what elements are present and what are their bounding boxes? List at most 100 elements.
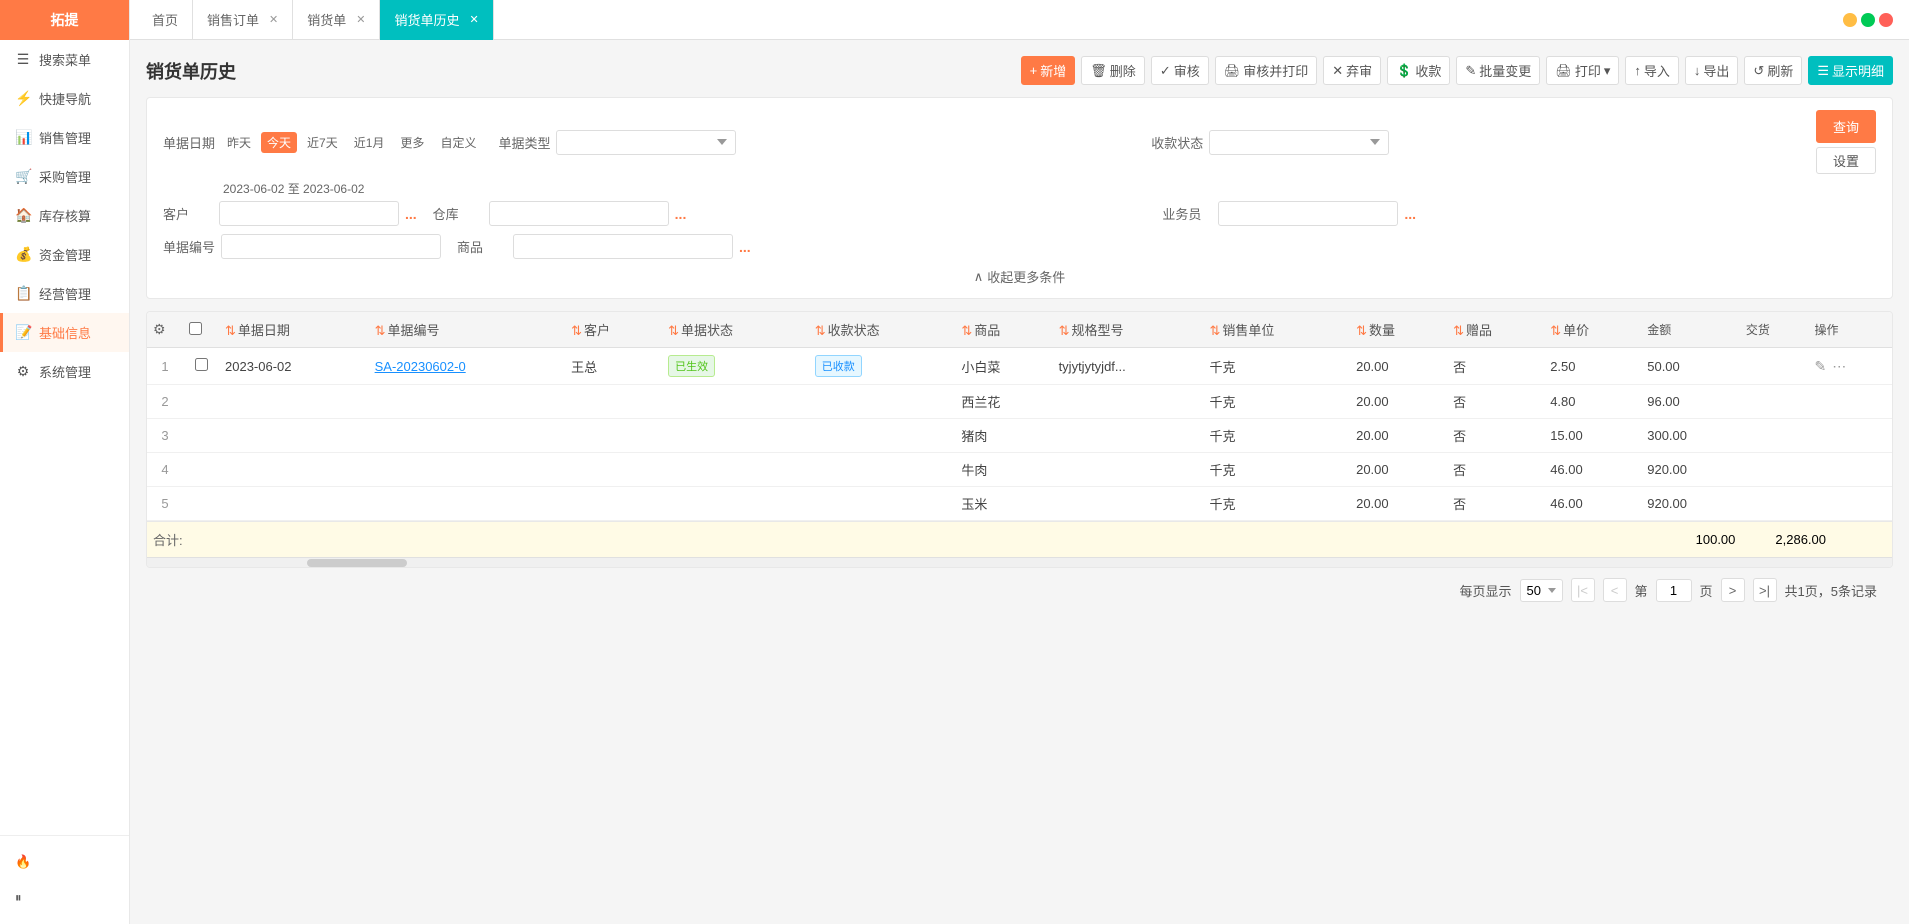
- customer-input[interactable]: [219, 201, 399, 226]
- salesperson-input[interactable]: [1218, 201, 1398, 226]
- col-gift[interactable]: ⇅赠品: [1447, 312, 1544, 348]
- doc-no-input[interactable]: [221, 234, 441, 259]
- scrollbar-area[interactable]: [147, 557, 1892, 567]
- date-pill-last7days[interactable]: 近7天: [301, 132, 344, 153]
- date-pills: 昨天 今天 近7天 近1月 更多 自定义: [221, 132, 482, 153]
- delete-button[interactable]: 🗑 删除: [1081, 56, 1145, 85]
- collapse-btn[interactable]: ∧ 收起更多条件: [163, 267, 1876, 286]
- row-num: 5: [147, 487, 183, 521]
- gear-icon[interactable]: ⚙: [153, 321, 166, 337]
- audit-print-button[interactable]: 🖨 审核并打印: [1215, 56, 1318, 85]
- sales-unit-cell: 千克: [1203, 385, 1350, 419]
- collect-status-cell: [809, 385, 956, 419]
- col-doc-status[interactable]: ⇅单据状态: [662, 312, 809, 348]
- tab-home[interactable]: 首页: [138, 0, 193, 40]
- collect-status-select[interactable]: [1209, 130, 1389, 155]
- sidebar-item-inventory[interactable]: 🏠 库存核算: [0, 196, 129, 235]
- sidebar-item-sales-mgmt[interactable]: 📊 销售管理: [0, 118, 129, 157]
- page-header: 销货单历史 + 新增 🗑 删除 ✓ 审核 🖨 审核并打印: [146, 56, 1893, 85]
- doc-status-cell: [662, 487, 809, 521]
- refresh-button[interactable]: ↺ 刷新: [1744, 56, 1802, 85]
- tab-sales-order[interactable]: 销售订单 ✕: [193, 0, 293, 40]
- goods-input[interactable]: [513, 234, 733, 259]
- new-button[interactable]: + 新增: [1021, 56, 1076, 85]
- doc-status-cell: 已生效: [662, 348, 809, 385]
- warehouse-ellipsis[interactable]: ...: [675, 206, 687, 222]
- fund-mgmt-icon: 💰: [15, 246, 31, 263]
- date-range-text: 2023-06-02 至 2023-06-02: [223, 180, 364, 197]
- date-pill-custom[interactable]: 自定义: [434, 132, 482, 153]
- customer-ellipsis[interactable]: ...: [405, 206, 417, 222]
- query-button[interactable]: 查询: [1816, 110, 1876, 143]
- sidebar-item-ops-mgmt[interactable]: 📋 经营管理: [0, 274, 129, 313]
- scrollbar-thumb[interactable]: [307, 559, 407, 567]
- unit-price-cell: 15.00: [1544, 419, 1641, 453]
- page-size-select[interactable]: 50: [1520, 579, 1563, 602]
- table-header-row: ⚙ ⇅单据日期 ⇅单据编号 ⇅客户 ⇅单据状态 ⇅收款状态 ⇅商品 ⇅规格型号 …: [147, 312, 1892, 348]
- settings-button[interactable]: 设置: [1816, 147, 1876, 174]
- goods-ellipsis[interactable]: ...: [739, 239, 751, 255]
- doc-no-cell[interactable]: SA-20230602-0: [369, 348, 565, 385]
- print-icon: 🖨: [1555, 63, 1572, 79]
- select-all-checkbox[interactable]: [189, 322, 202, 335]
- tab-sales-history[interactable]: 销货单历史 ✕: [380, 0, 493, 40]
- pagination: 每页显示 50 |< < 第 页 > >| 共1页，5条记录: [146, 568, 1893, 612]
- col-unit-price[interactable]: ⇅单价: [1544, 312, 1641, 348]
- tab-sales-goods-close[interactable]: ✕: [356, 13, 365, 26]
- row-check: [183, 419, 219, 453]
- col-doc-no[interactable]: ⇅单据编号: [369, 312, 565, 348]
- actions-cell: [1809, 453, 1892, 487]
- page-prev-button[interactable]: <: [1603, 578, 1627, 602]
- import-button[interactable]: ↑ 导入: [1625, 56, 1679, 85]
- sidebar-item-quick-nav[interactable]: ⚡ 快捷导航: [0, 79, 129, 118]
- show-detail-button[interactable]: ☰ 显示明细: [1808, 56, 1893, 85]
- doc-type-select[interactable]: [556, 130, 736, 155]
- salesperson-ellipsis[interactable]: ...: [1404, 206, 1416, 222]
- batch-change-button[interactable]: ✎ 批量变更: [1456, 56, 1540, 85]
- sidebar-item-purchase-mgmt[interactable]: 🛒 采购管理: [0, 157, 129, 196]
- abandon-button[interactable]: ✕ 弃审: [1323, 56, 1381, 85]
- col-goods[interactable]: ⇅商品: [955, 312, 1052, 348]
- window-maximize-button[interactable]: [1861, 13, 1875, 27]
- page-number-input[interactable]: [1656, 579, 1692, 602]
- sidebar-item-fund-mgmt[interactable]: 💰 资金管理: [0, 235, 129, 274]
- sidebar-bottom-btn2[interactable]: ⏸: [0, 880, 129, 916]
- collect-button[interactable]: 💲 收款: [1387, 56, 1450, 85]
- tab-sales-history-close[interactable]: ✕: [470, 13, 479, 26]
- window-minimize-button[interactable]: [1843, 13, 1857, 27]
- doc-status-cell: [662, 453, 809, 487]
- quick-nav-icon: ⚡: [15, 90, 31, 107]
- row-check[interactable]: [183, 348, 219, 385]
- col-sales-unit[interactable]: ⇅销售单位: [1203, 312, 1350, 348]
- date-pill-last1month[interactable]: 近1月: [348, 132, 391, 153]
- sidebar-bottom-btn1[interactable]: 🔥: [0, 844, 129, 880]
- more-action-icon[interactable]: ⋯: [1832, 358, 1846, 375]
- col-doc-date[interactable]: ⇅单据日期: [219, 312, 369, 348]
- page-last-button[interactable]: >|: [1753, 578, 1777, 602]
- page-first-button[interactable]: |<: [1571, 578, 1595, 602]
- date-pill-today[interactable]: 今天: [261, 132, 297, 153]
- audit-button[interactable]: ✓ 审核: [1151, 56, 1209, 85]
- page-next-button[interactable]: >: [1721, 578, 1745, 602]
- col-gear[interactable]: ⚙: [147, 312, 183, 348]
- sidebar: 拓提 ☰ 搜索菜单 ⚡ 快捷导航 📊 销售管理 🛒 采购管理 🏠 库存核算 💰 …: [0, 0, 130, 924]
- sidebar-item-search-menu[interactable]: ☰ 搜索菜单: [0, 40, 129, 79]
- export-button[interactable]: ↓ 导出: [1685, 56, 1739, 85]
- print-button[interactable]: 🖨 打印 ▾: [1546, 56, 1619, 85]
- col-qty[interactable]: ⇅数量: [1350, 312, 1447, 348]
- window-close-button[interactable]: [1879, 13, 1893, 27]
- table-row: 1 2023-06-02 SA-20230602-0 王总 已生效 已收款 小白…: [147, 348, 1892, 385]
- edit-action-icon[interactable]: ✎: [1815, 358, 1827, 375]
- col-collect-status[interactable]: ⇅收款状态: [809, 312, 956, 348]
- tab-sales-order-close[interactable]: ✕: [269, 13, 278, 26]
- warehouse-input[interactable]: [489, 201, 669, 226]
- sidebar-item-basic-info[interactable]: 📝 基础信息: [0, 313, 129, 352]
- col-spec[interactable]: ⇅规格型号: [1053, 312, 1204, 348]
- amount-cell: 300.00: [1641, 419, 1740, 453]
- col-customer[interactable]: ⇅客户: [565, 312, 662, 348]
- date-pill-more[interactable]: 更多: [394, 132, 430, 153]
- tab-sales-goods[interactable]: 销货单 ✕: [293, 0, 380, 40]
- filter-date: 单据日期 昨天 今天 近7天 近1月 更多 自定义: [163, 132, 482, 153]
- date-pill-yesterday[interactable]: 昨天: [221, 132, 257, 153]
- sidebar-item-sys-mgmt[interactable]: ⚙ 系统管理: [0, 352, 129, 391]
